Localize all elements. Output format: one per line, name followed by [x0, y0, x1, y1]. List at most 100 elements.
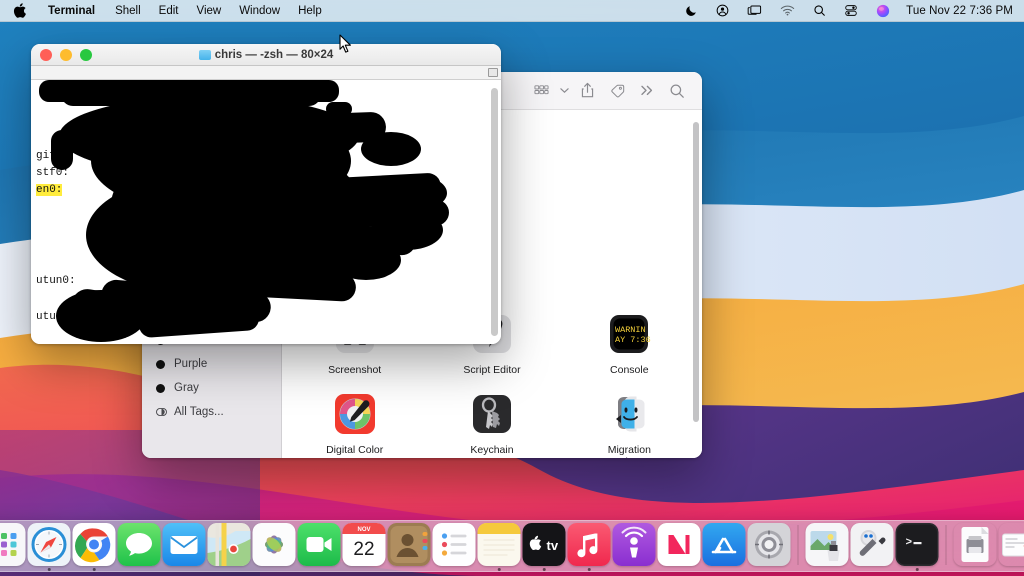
finder-item-label: Script Editor: [459, 363, 524, 377]
dock-item-launchpad[interactable]: [0, 523, 26, 566]
dock-divider: [798, 525, 799, 565]
mail-icon: [163, 523, 206, 566]
finder-item-label: Screenshot: [324, 363, 385, 377]
view-options-icon[interactable]: [526, 79, 556, 103]
terminal-line: en0:: [36, 182, 62, 199]
share-icon[interactable]: [572, 79, 602, 103]
more-toolbar-items-icon[interactable]: [632, 79, 662, 103]
dock-item-messages[interactable]: [118, 523, 161, 566]
sidebar-item-tag-purple[interactable]: Purple: [142, 352, 281, 376]
mouse-cursor: [339, 34, 352, 58]
dock-item-contacts[interactable]: [388, 523, 431, 566]
dock-item-documents[interactable]: [954, 523, 997, 566]
reminders-icon: [433, 523, 476, 566]
dock-item-terminal[interactable]: >: [896, 523, 939, 566]
svg-text:>: >: [906, 537, 913, 549]
menu-item-shell[interactable]: Shell: [106, 0, 150, 21]
documents-stack-icon: [954, 523, 997, 566]
terminal-subbar: [31, 66, 501, 80]
finder-item-digital-color-meter[interactable]: Digital Color Meter: [286, 381, 423, 458]
dock-item-chrome[interactable]: [73, 523, 116, 566]
dock-item-downloads[interactable]: [999, 523, 1024, 566]
finder-vertical-scrollbar[interactable]: [693, 122, 699, 422]
finder-item-console[interactable]: WARNIN AY 7:36 Console: [561, 301, 698, 381]
dock-item-system-preferences[interactable]: [748, 523, 791, 566]
finder-item-label: Migration Assistant: [586, 443, 672, 458]
dock-item-safari[interactable]: [28, 523, 71, 566]
calendar-icon: NOV 22: [343, 523, 386, 566]
dock-item-music[interactable]: [568, 523, 611, 566]
dock-item-photos[interactable]: [253, 523, 296, 566]
tag-dot-purple: [156, 360, 165, 369]
app-store-icon: [703, 523, 746, 566]
finder-item-migration-assistant[interactable]: Migration Assistant: [561, 381, 698, 458]
migration-assistant-icon: [605, 390, 653, 438]
notes-icon: [478, 523, 521, 566]
chrome-icon: [73, 523, 116, 566]
terminal-window[interactable]: chris — -zsh — 80×24 gif0: stf0: en0: ut…: [31, 44, 501, 344]
menu-bar-left: Terminal Shell Edit View Window Help: [0, 0, 331, 21]
finder-item-label: Keychain Access: [449, 443, 535, 458]
tag-icon[interactable]: [602, 79, 632, 103]
terminal-line: utun0:: [36, 273, 76, 290]
view-chevron-icon[interactable]: [556, 79, 572, 103]
control-center-icon[interactable]: [835, 0, 867, 21]
terminal-title-text-wrap: chris — -zsh — 80×24: [31, 49, 501, 61]
finder-item-keychain-access[interactable]: Keychain Access: [423, 381, 560, 458]
do-not-disturb-icon[interactable]: [676, 0, 707, 21]
apple-menu-icon[interactable]: [0, 0, 37, 21]
automator-icon: [851, 523, 894, 566]
messages-icon: [118, 523, 161, 566]
console-icon: WARNIN AY 7:36: [605, 310, 653, 358]
svg-text:tv: tv: [547, 538, 559, 553]
maps-icon: [208, 523, 251, 566]
dock-item-mail[interactable]: [163, 523, 206, 566]
menu-item-window[interactable]: Window: [230, 0, 289, 21]
dock-item-automator[interactable]: [851, 523, 894, 566]
facetime-icon: [298, 523, 341, 566]
all-tags-icon: [156, 407, 167, 418]
menu-item-edit[interactable]: Edit: [150, 0, 188, 21]
downloads-stack-icon: [999, 523, 1024, 566]
dock-item-notes[interactable]: [478, 523, 521, 566]
terminal-icon: >: [896, 523, 939, 566]
menu-item-terminal[interactable]: Terminal: [37, 0, 106, 21]
sidebar-item-all-tags[interactable]: All Tags...: [142, 400, 281, 424]
keychain-access-icon: [468, 390, 516, 438]
siri-icon[interactable]: [867, 0, 899, 21]
dock-item-podcasts[interactable]: [613, 523, 656, 566]
terminal-titlebar[interactable]: chris — -zsh — 80×24: [31, 44, 501, 66]
running-indicator: [92, 568, 96, 572]
photos-icon: [253, 523, 296, 566]
dock[interactable]: NOV 22: [0, 520, 1024, 572]
sidebar-item-tag-gray[interactable]: Gray: [142, 376, 281, 400]
terminal-vertical-scrollbar[interactable]: [491, 88, 498, 336]
terminal-pane-toggle-icon[interactable]: [488, 68, 498, 77]
dock-item-calendar[interactable]: NOV 22: [343, 523, 386, 566]
system-preferences-icon: [748, 523, 791, 566]
folder-icon: [199, 50, 211, 60]
sidebar-all-tags-label: All Tags...: [174, 406, 224, 418]
contacts-icon: [388, 523, 431, 566]
dock-item-news[interactable]: [658, 523, 701, 566]
terminal-title-text: chris — -zsh — 80×24: [215, 49, 334, 61]
spotlight-search-icon[interactable]: [804, 0, 835, 21]
dock-item-facetime[interactable]: [298, 523, 341, 566]
menu-bar-clock[interactable]: Tue Nov 22 7:36 PM: [899, 5, 1013, 17]
dock-item-tv[interactable]: tv: [523, 523, 566, 566]
search-icon[interactable]: [662, 79, 692, 103]
svg-text:AY 7:36: AY 7:36: [615, 335, 651, 345]
terminal-content[interactable]: gif0: stf0: en0: utun0: utun1:: [31, 80, 501, 344]
menu-item-view[interactable]: View: [187, 0, 230, 21]
dock-item-maps[interactable]: [208, 523, 251, 566]
view-options-group[interactable]: [526, 79, 572, 103]
screen-mirroring-icon[interactable]: [738, 0, 771, 21]
dock-divider: [946, 525, 947, 565]
menu-item-help[interactable]: Help: [289, 0, 331, 21]
dock-item-preview[interactable]: [806, 523, 849, 566]
user-account-icon[interactable]: [707, 0, 738, 21]
dock-item-appstore[interactable]: [703, 523, 746, 566]
dock-item-reminders[interactable]: [433, 523, 476, 566]
wifi-icon[interactable]: [771, 0, 804, 21]
safari-icon: [28, 523, 71, 566]
